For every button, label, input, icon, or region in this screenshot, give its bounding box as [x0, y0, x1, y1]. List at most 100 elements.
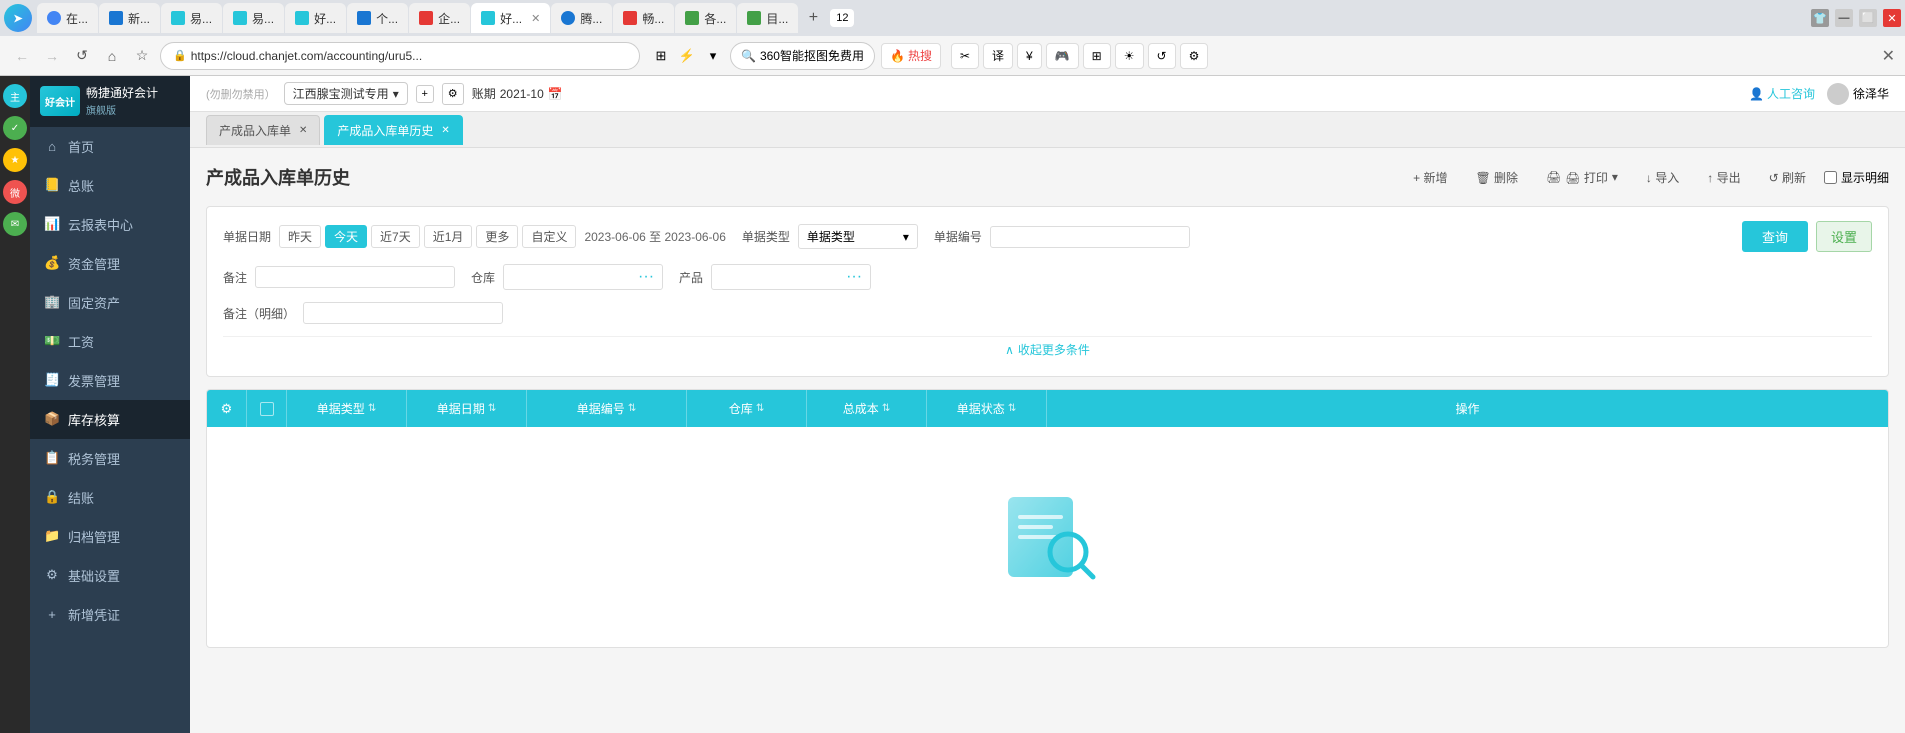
company-selector[interactable]: 江西腺宝测试专用 ▾ — [284, 82, 408, 105]
user-info[interactable]: 徐泽华 — [1827, 83, 1889, 105]
warehouse-dots-icon[interactable]: ··· — [638, 268, 654, 286]
th-num[interactable]: 单据编号 ⇅ — [527, 390, 687, 427]
sidebar-item-basic[interactable]: ⚙ 基础设置 — [30, 556, 190, 595]
back-button[interactable]: ← — [10, 44, 34, 68]
delete-button[interactable]: 🗑 删除 — [1465, 165, 1528, 190]
app-icon-yellow[interactable]: ★ — [3, 148, 27, 172]
company-settings-button[interactable]: ⚙ — [442, 83, 464, 105]
dropdown-icon[interactable]: ▾ — [702, 45, 724, 67]
tab-11[interactable]: 各... — [675, 3, 736, 33]
export-button[interactable]: ↑ 导出 — [1697, 165, 1750, 190]
grid-icon[interactable]: ⊞ — [650, 45, 672, 67]
th-type[interactable]: 单据类型 ⇅ — [287, 390, 407, 427]
new-tab-button[interactable]: + — [799, 4, 827, 32]
scissors-tool[interactable]: ✂ — [951, 43, 979, 69]
note-detail-input[interactable] — [303, 302, 503, 324]
theme-tool[interactable]: ☀ — [1115, 43, 1144, 69]
panel-close[interactable]: ✕ — [1882, 46, 1895, 66]
tab-bill-list-close[interactable]: ✕ — [299, 125, 307, 136]
product-select[interactable]: ··· — [711, 264, 871, 290]
tab-bill-history[interactable]: 产成品入库单历史 ✕ — [324, 115, 462, 145]
game-tool[interactable]: 🎮 — [1046, 43, 1079, 69]
hot-search-button[interactable]: 🔥 热搜 — [881, 43, 941, 69]
th-warehouse[interactable]: 仓库 ⇅ — [687, 390, 807, 427]
product-dots-icon[interactable]: ··· — [846, 268, 862, 286]
address-input[interactable]: 🔒 https://cloud.chanjet.com/accounting/u… — [160, 42, 640, 70]
tab-8-close[interactable]: ✕ — [531, 12, 540, 25]
app-icon-weibo[interactable]: 微 — [3, 180, 27, 204]
setting-button[interactable]: 设置 — [1816, 221, 1872, 252]
tab-7[interactable]: 企... — [409, 3, 470, 33]
browser-icon[interactable]: ➤ — [4, 4, 32, 32]
sidebar-item-tax[interactable]: 📋 税务管理 — [30, 439, 190, 478]
date-btn-7days[interactable]: 近7天 — [371, 225, 420, 248]
tab-6[interactable]: 个... — [347, 3, 408, 33]
date-btn-1month[interactable]: 近1月 — [424, 225, 473, 248]
tab-5[interactable]: 好... — [285, 3, 346, 33]
app-icon-mail[interactable]: ✉ — [3, 212, 27, 236]
tab-10[interactable]: 畅... — [613, 3, 674, 33]
refresh-action-button[interactable]: ↺ 刷新 — [1759, 165, 1816, 190]
minimize-button[interactable]: — — [1835, 9, 1853, 27]
sidebar-item-close[interactable]: 🔒 结账 — [30, 478, 190, 517]
th-status[interactable]: 单据状态 ⇅ — [927, 390, 1047, 427]
date-btn-today[interactable]: 今天 — [325, 225, 367, 248]
search-button[interactable]: 查询 — [1742, 221, 1808, 252]
tab-bill-list[interactable]: 产成品入库单 ✕ — [206, 115, 320, 145]
tab-3[interactable]: 易... — [161, 3, 222, 33]
tab-bill-history-close[interactable]: ✕ — [441, 125, 449, 136]
th-date[interactable]: 单据日期 ⇅ — [407, 390, 527, 427]
bill-num-input[interactable] — [990, 226, 1190, 248]
date-btn-more[interactable]: 更多 — [476, 225, 518, 248]
note-input[interactable] — [255, 266, 455, 288]
import-button[interactable]: ↓ 导入 — [1636, 165, 1689, 190]
tab-8[interactable]: 好... ✕ — [471, 3, 550, 33]
currency-tool[interactable]: ¥ — [1017, 43, 1042, 69]
shirt-icon[interactable]: 👕 — [1811, 9, 1829, 27]
forward-button[interactable]: → — [40, 44, 64, 68]
th-checkbox[interactable] — [247, 390, 287, 427]
sidebar-item-invoice[interactable]: 🧾 发票管理 — [30, 361, 190, 400]
date-btn-custom[interactable]: 自定义 — [522, 225, 576, 248]
bookmark-button[interactable]: ☆ — [130, 44, 154, 68]
display-detail-checkbox[interactable] — [1824, 171, 1837, 184]
tab-4[interactable]: 易... — [223, 3, 284, 33]
select-all-checkbox[interactable] — [260, 402, 274, 416]
sidebar-item-home[interactable]: ⌂ 首页 — [30, 127, 190, 166]
print-button[interactable]: 🖨 🖨 打印 ▾ — [1536, 165, 1628, 190]
apps-tool[interactable]: ⊞ — [1083, 43, 1111, 69]
warehouse-select[interactable]: ··· — [503, 264, 663, 290]
tab-12[interactable]: 目... — [737, 3, 798, 33]
maximize-button[interactable]: ⬜ — [1859, 9, 1877, 27]
service-button[interactable]: 👤 人工咨询 — [1749, 85, 1815, 102]
sidebar-item-archive[interactable]: 📁 归档管理 — [30, 517, 190, 556]
display-detail-toggle[interactable]: 显示明细 — [1824, 169, 1889, 186]
add-company-button[interactable]: + — [416, 85, 434, 103]
new-button[interactable]: + 新增 — [1403, 165, 1457, 190]
translate-tool[interactable]: 译 — [983, 43, 1013, 69]
tab-1[interactable]: 在... — [37, 3, 98, 33]
sidebar-item-asset[interactable]: 🏢 固定资产 — [30, 283, 190, 322]
sidebar-item-salary[interactable]: 💵 工资 — [30, 322, 190, 361]
collapse-button[interactable]: ∧ 收起更多条件 — [223, 336, 1872, 362]
history-tool[interactable]: ↺ — [1148, 43, 1176, 69]
home-button[interactable]: ⌂ — [100, 44, 124, 68]
date-btn-yesterday[interactable]: 昨天 — [279, 225, 321, 248]
sidebar-item-ledger[interactable]: 📒 总账 — [30, 166, 190, 205]
close-button[interactable]: ✕ — [1883, 9, 1901, 27]
app-icon-green[interactable]: ✓ — [3, 116, 27, 140]
sidebar-item-inventory[interactable]: 📦 库存核算 — [30, 400, 190, 439]
sidebar-item-newbill[interactable]: + 新增凭证 — [30, 595, 190, 634]
lightning-icon[interactable]: ⚡ — [676, 45, 698, 67]
sidebar-item-fund[interactable]: 💰 资金管理 — [30, 244, 190, 283]
app-icon-main[interactable]: 主 — [3, 84, 27, 108]
tab-2[interactable]: 新... — [99, 3, 160, 33]
search-box[interactable]: 🔍 360智能抠图免费用 — [730, 42, 875, 70]
th-gear[interactable]: ⚙ — [207, 390, 247, 427]
calendar-icon[interactable]: 📅 — [548, 87, 563, 101]
th-cost[interactable]: 总成本 ⇅ — [807, 390, 927, 427]
sidebar-item-report[interactable]: 📊 云报表中心 — [30, 205, 190, 244]
settings-tool[interactable]: ⚙ — [1180, 43, 1209, 69]
refresh-button[interactable]: ↺ — [70, 44, 94, 68]
bill-type-select[interactable]: 单据类型 ▾ — [798, 224, 918, 249]
